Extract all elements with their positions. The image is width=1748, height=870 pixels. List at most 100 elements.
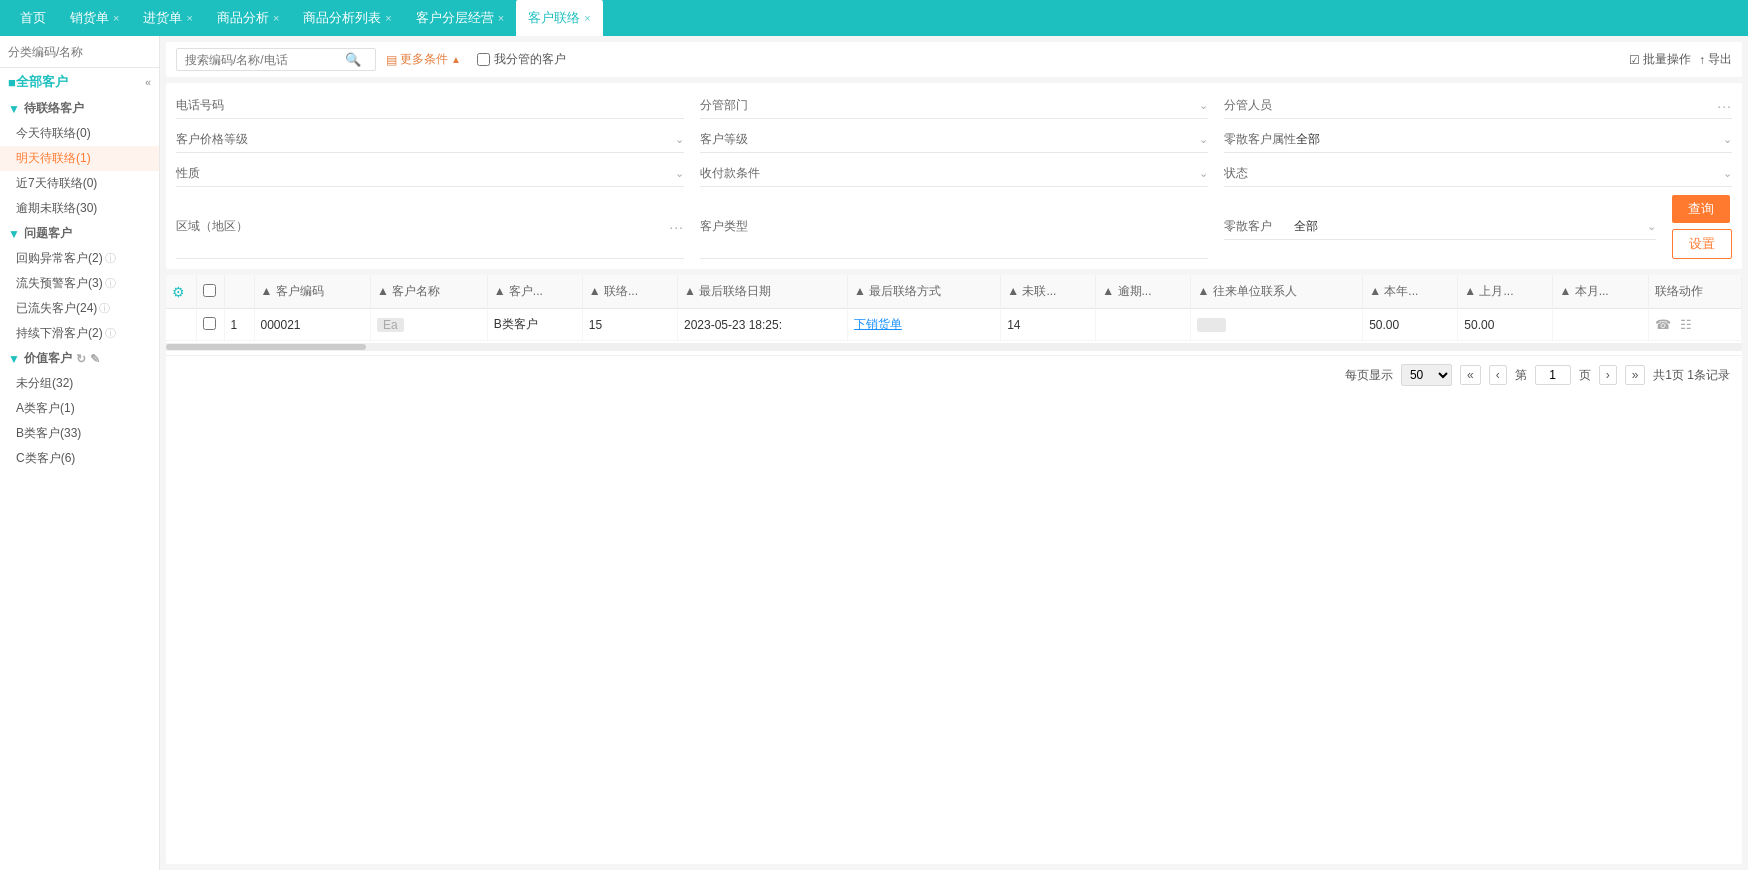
- filter-scatter-attr-label: 零散客户属性: [1224, 131, 1296, 148]
- nav-close-purchase-order[interactable]: ×: [186, 12, 192, 24]
- sidebar-item-tomorrow-pending[interactable]: 明天待联络(1): [0, 146, 159, 171]
- sidebar-all-customers[interactable]: ■ 全部客户 «: [0, 68, 159, 96]
- filter-payment: 收付款条件 ⌄: [700, 161, 1208, 187]
- row-contact-count: 15: [582, 309, 677, 341]
- filter-search-input[interactable]: [185, 53, 345, 67]
- page-unit: 页: [1579, 367, 1591, 384]
- nav-customer-contact[interactable]: 客户联络 ×: [516, 0, 602, 36]
- per-page-select[interactable]: 50 100 200: [1401, 364, 1452, 386]
- person-dots-icon: ···: [1717, 98, 1732, 114]
- settings-icon[interactable]: ⚙: [172, 284, 185, 300]
- sidebar-item-repurchase-abnormal[interactable]: 回购异常客户(2) ⓘ: [0, 246, 159, 271]
- first-page-btn[interactable]: «: [1460, 365, 1481, 385]
- last-page-btn[interactable]: »: [1625, 365, 1646, 385]
- col-checkbox[interactable]: [196, 275, 224, 309]
- filter-region-value[interactable]: ···: [248, 219, 684, 235]
- nav-product-analysis-list[interactable]: 商品分析列表 ×: [291, 0, 403, 36]
- col-settings[interactable]: ⚙: [166, 275, 196, 309]
- sidebar-collapse-icon[interactable]: «: [145, 76, 151, 88]
- col-contact-person[interactable]: ▲ 往来单位联系人: [1191, 275, 1363, 309]
- filter-customer-type: 客户类型: [700, 195, 1208, 259]
- sidebar-item-unclassified[interactable]: 未分组(32): [0, 371, 159, 396]
- nav-close-product-analysis-list[interactable]: ×: [385, 12, 391, 24]
- sidebar-item-today-pending[interactable]: 今天待联络(0): [0, 121, 159, 146]
- col-overdue[interactable]: ▲ 逾期...: [1096, 275, 1191, 309]
- filter-scatter-attr: 零散客户属性 全部 ⌄: [1224, 127, 1732, 153]
- col-last-contact-method[interactable]: ▲ 最后联络方式: [847, 275, 1000, 309]
- filter-price-level: 客户价格等级 ⌄: [176, 127, 684, 153]
- value-edit-icon[interactable]: ✎: [90, 352, 100, 366]
- data-table-container: ⚙ ▲ 客户编码 ▲ 客户名称: [166, 275, 1742, 864]
- sidebar-search-input[interactable]: [8, 45, 158, 59]
- nav-customer-layering[interactable]: 客户分层经营 ×: [404, 0, 516, 36]
- col-last-month[interactable]: ▲ 上月...: [1458, 275, 1553, 309]
- col-customer-code[interactable]: ▲ 客户编码: [254, 275, 371, 309]
- sidebar-item-declining[interactable]: 持续下滑客户(2) ⓘ: [0, 321, 159, 346]
- filter-nature-value[interactable]: ⌄: [246, 167, 684, 180]
- scrollbar-thumb[interactable]: [166, 344, 366, 350]
- region-dots-icon: ···: [669, 219, 684, 235]
- nature-dropdown-icon: ⌄: [675, 167, 684, 180]
- action-grid-icon[interactable]: ☷: [1680, 317, 1692, 332]
- nav-sales-order[interactable]: 销货单 ×: [58, 0, 131, 36]
- nav-close-product-analysis[interactable]: ×: [273, 12, 279, 24]
- row-last-contact-date: 2023-05-23 18:25:: [677, 309, 847, 341]
- sidebar-item-b-class[interactable]: B类客户(33): [0, 421, 159, 446]
- action-phone-icon[interactable]: ☎: [1655, 317, 1671, 332]
- nav-close-customer-contact[interactable]: ×: [584, 12, 590, 24]
- nav-close-customer-layering[interactable]: ×: [498, 12, 504, 24]
- prev-page-btn[interactable]: ‹: [1489, 365, 1507, 385]
- col-not-contacted[interactable]: ▲ 未联...: [1001, 275, 1096, 309]
- col-customer-type[interactable]: ▲ 客户...: [487, 275, 582, 309]
- select-all-checkbox[interactable]: [203, 284, 216, 297]
- filter-person-value[interactable]: ···: [1294, 98, 1732, 114]
- filter-payment-value[interactable]: ⌄: [770, 167, 1208, 180]
- row-last-contact-method[interactable]: 下销货单: [847, 309, 1000, 341]
- sidebar-item-churn-warning[interactable]: 流失预警客户(3) ⓘ: [0, 271, 159, 296]
- my-customers-check[interactable]: [477, 53, 490, 66]
- filter-status-value[interactable]: ⌄: [1294, 167, 1732, 180]
- more-conditions-btn[interactable]: ▤ 更多条件 ▲: [386, 51, 461, 68]
- row-action-col: ☎ ☷: [1648, 309, 1741, 341]
- col-contact-count[interactable]: ▲ 联络...: [582, 275, 677, 309]
- sidebar-item-churned[interactable]: 已流失客户(24) ⓘ: [0, 296, 159, 321]
- filter-scatter-customer: 零散客户 全部 ⌄: [1224, 214, 1656, 240]
- nav-home[interactable]: 首页: [8, 0, 58, 36]
- filter-search-icon[interactable]: 🔍: [345, 52, 361, 67]
- row-contact-person: [1191, 309, 1363, 341]
- sidebar-item-7days-pending[interactable]: 近7天待联络(0): [0, 171, 159, 196]
- col-this-month[interactable]: ▲ 本月...: [1553, 275, 1648, 309]
- filter-scatter-customer-value[interactable]: 全部 ⌄: [1294, 218, 1656, 235]
- row-checkbox-col[interactable]: [196, 309, 224, 341]
- nav-product-analysis[interactable]: 商品分析 ×: [205, 0, 291, 36]
- last-contact-link[interactable]: 下销货单: [854, 317, 902, 331]
- col-customer-name-label: ▲ 客户名称: [377, 283, 440, 300]
- filter-scatter-attr-value[interactable]: 全部 ⌄: [1296, 131, 1732, 148]
- col-customer-name[interactable]: ▲ 客户名称: [371, 275, 488, 309]
- col-last-contact-date[interactable]: ▲ 最后联络日期: [677, 275, 847, 309]
- filter-region: 区域（地区） ···: [176, 195, 684, 259]
- sidebar-item-c-class[interactable]: C类客户(6): [0, 446, 159, 471]
- set-button[interactable]: 设置: [1672, 229, 1732, 259]
- export-btn[interactable]: ↑ 导出: [1699, 51, 1732, 68]
- value-refresh-icon[interactable]: ↻: [76, 352, 86, 366]
- nav-close-sales-order[interactable]: ×: [113, 12, 119, 24]
- query-button[interactable]: 查询: [1672, 195, 1730, 223]
- page-input[interactable]: [1535, 365, 1571, 385]
- help-icon-2: ⓘ: [105, 276, 116, 291]
- my-customers-checkbox[interactable]: 我分管的客户: [477, 51, 566, 68]
- next-page-btn[interactable]: ›: [1599, 365, 1617, 385]
- col-this-year[interactable]: ▲ 本年...: [1363, 275, 1458, 309]
- filter-customer-level-value[interactable]: ⌄: [770, 133, 1208, 146]
- status-dropdown-icon: ⌄: [1723, 167, 1732, 180]
- row-checkbox[interactable]: [203, 317, 216, 330]
- sidebar-group-pending: ▼ 待联络客户: [0, 96, 159, 121]
- filter-dept-label: 分管部门: [700, 97, 770, 114]
- filter-price-level-value[interactable]: ⌄: [248, 133, 684, 146]
- sidebar-item-overdue-pending[interactable]: 逾期未联络(30): [0, 196, 159, 221]
- filter-dept-value[interactable]: ⌄: [770, 99, 1208, 112]
- nav-purchase-order[interactable]: 进货单 ×: [131, 0, 204, 36]
- horizontal-scrollbar[interactable]: [166, 343, 1742, 351]
- batch-action-btn[interactable]: ☑ 批量操作: [1629, 51, 1691, 68]
- sidebar-item-a-class[interactable]: A类客户(1): [0, 396, 159, 421]
